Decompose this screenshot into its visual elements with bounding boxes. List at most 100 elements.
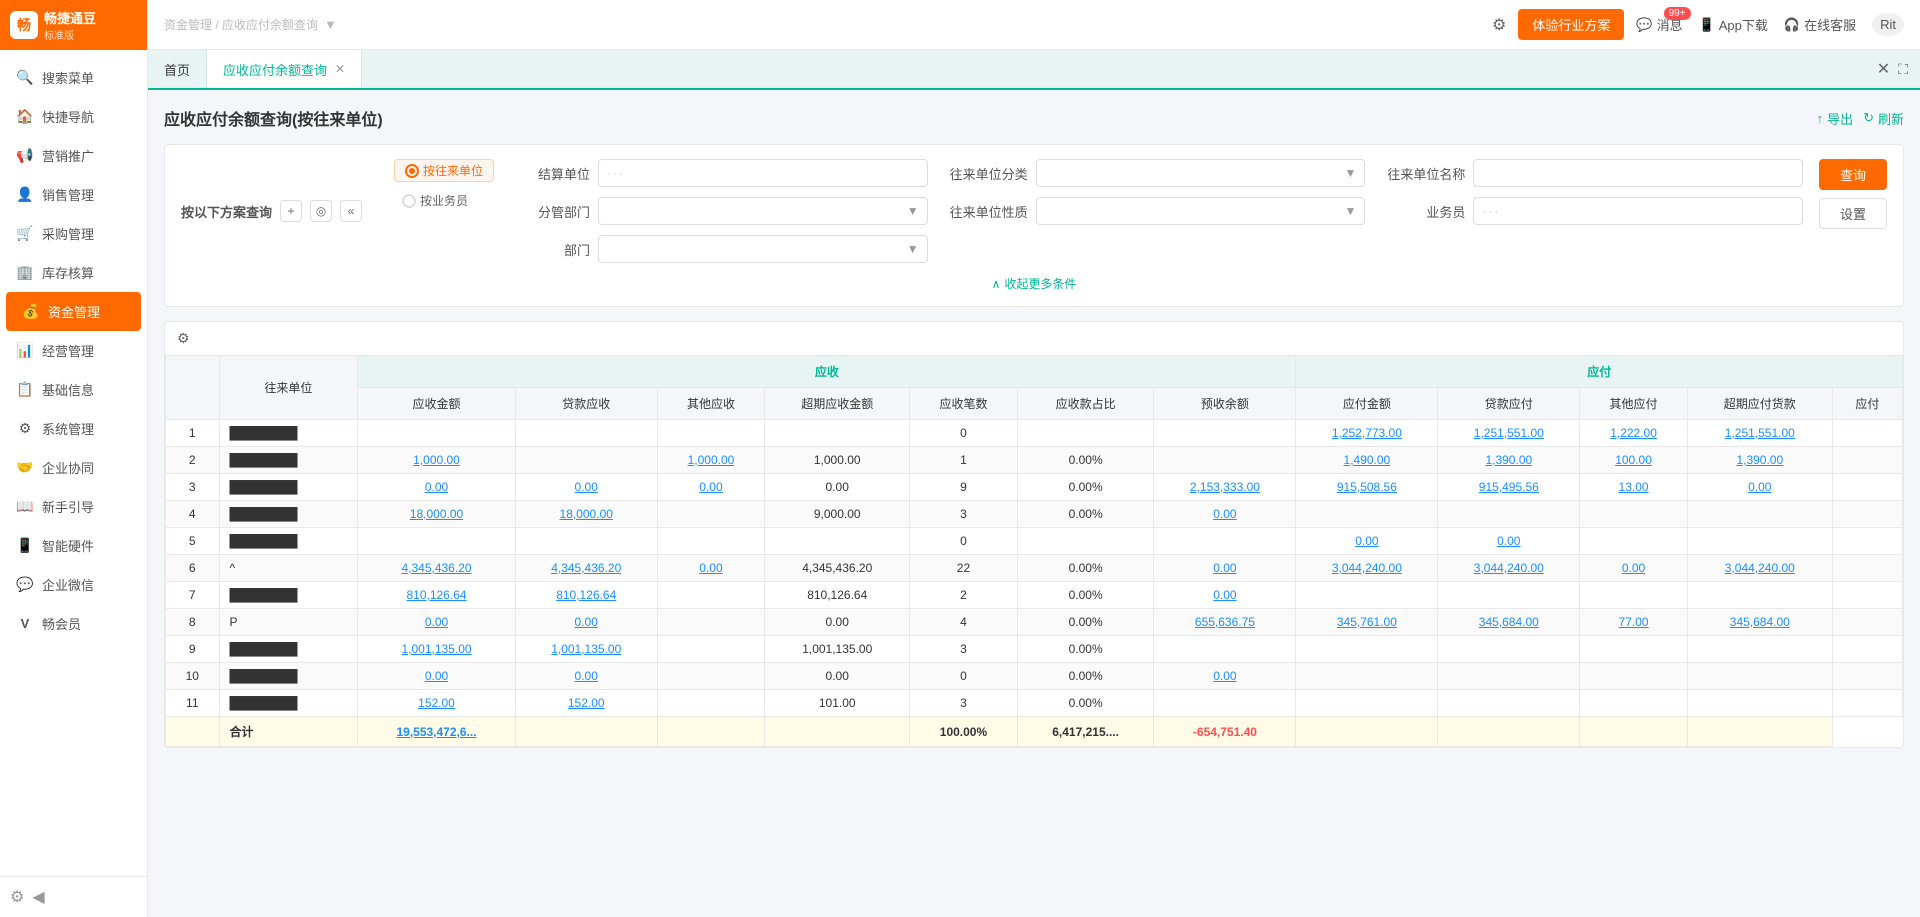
sidebar-item-search[interactable]: 🔍 搜索菜单	[0, 58, 147, 97]
main-content: 应收应付余额查询(按往来单位) ↑ 导出 ↻ 刷新 按以下方案查询 + ◎	[148, 90, 1920, 917]
sidebar-item-hardware[interactable]: 📱 智能硬件	[0, 526, 147, 565]
topbar-chevron-icon: ▼	[324, 17, 337, 32]
guide-icon: 📖	[16, 498, 34, 515]
sidebar-item-sales[interactable]: 👤 销售管理	[0, 175, 147, 214]
online-service-action[interactable]: 🎧 在线客服	[1784, 15, 1856, 34]
refresh-button[interactable]: ↻ 刷新	[1863, 109, 1904, 128]
sidebar-item-wechat[interactable]: 💬 企业微信	[0, 565, 147, 604]
settings-button[interactable]: 设置	[1819, 198, 1887, 229]
table-row: 8P0.000.000.0040.00%655,636.75345,761.00…	[166, 609, 1903, 636]
app-icon: 📱	[1699, 17, 1715, 33]
filter-scheme-option2[interactable]: 按业务员	[394, 188, 494, 213]
table-row: 4████████18,000.0018,000.009,000.0030.00…	[166, 501, 1903, 528]
sidebar-item-inventory[interactable]: 🏢 库存核算	[0, 253, 147, 292]
tab-expand-icon[interactable]: ⛶	[1898, 61, 1908, 78]
col-header-ap-loan: 贷款应付	[1438, 388, 1580, 420]
message-badge: 99+	[1664, 7, 1691, 20]
app-download-action[interactable]: 📱 App下载	[1699, 15, 1768, 34]
promo-button[interactable]: 体验行业方案	[1518, 9, 1624, 40]
breadcrumb-text: 资金管理 / 应收应付余额查询	[164, 16, 318, 33]
table-row: 3████████0.000.000.000.0090.00%2,153,333…	[166, 474, 1903, 501]
sidebar-item-quicknav[interactable]: 🏠 快捷导航	[0, 97, 147, 136]
user-avatar[interactable]: Rit	[1872, 13, 1904, 36]
table-container: ⚙ 往来单位 应收 应付 应收金额 贷款应收 其他应收 超期应收金额	[164, 321, 1904, 748]
field-label-partner-name: 往来单位名称	[1385, 164, 1465, 183]
sidebar-item-purchase[interactable]: 🛒 采购管理	[0, 214, 147, 253]
tab-query[interactable]: 应收应付余额查询 ✕	[207, 48, 362, 88]
refresh-icon: ↻	[1863, 110, 1874, 126]
finance-icon: 💰	[22, 303, 40, 320]
chevron-down-icon: ▼	[1344, 166, 1356, 180]
filter-field-partner-name: 往来单位名称	[1385, 159, 1803, 187]
tab-close-icon[interactable]: ✕	[335, 62, 345, 76]
filter-collapse-icon[interactable]: «	[340, 200, 362, 222]
field-input-partner-name[interactable]	[1473, 159, 1803, 187]
gear-icon[interactable]: ⚙	[1492, 15, 1506, 35]
col-header-ap-amount: 应付金额	[1296, 388, 1438, 420]
field-label-settlement: 结算单位	[510, 164, 590, 183]
field-label-dept: 部门	[510, 240, 590, 259]
sidebar-item-guide[interactable]: 📖 新手引导	[0, 487, 147, 526]
search-icon: 🔍	[16, 69, 34, 86]
filter-field-dept-manage: 分管部门 ▼	[510, 197, 928, 225]
filter-field-dept: 部门 ▼	[510, 235, 928, 263]
filter-collapse-row: ∧ 收起更多条件	[181, 275, 1887, 292]
tab-close-window-icon[interactable]: ✕	[1877, 59, 1890, 79]
col-header-ar-overdue: 超期应收金额	[765, 388, 910, 420]
logo-icon: 畅	[10, 11, 38, 39]
field-input-dept[interactable]: ▼	[598, 235, 928, 263]
field-input-dept-manage[interactable]: ▼	[598, 197, 928, 225]
sidebar-item-finance[interactable]: 💰 资金管理	[6, 292, 141, 331]
action-buttons: 查询 设置	[1819, 159, 1887, 263]
sidebar-item-member[interactable]: V 畅会员	[0, 604, 147, 643]
field-input-partner-type[interactable]: ▼	[1036, 197, 1366, 225]
message-action[interactable]: 💬 消息 99+	[1636, 15, 1682, 34]
export-icon: ↑	[1817, 111, 1824, 126]
chevron-up-icon: ∧	[992, 277, 1001, 291]
col-header-partner: 往来单位	[219, 356, 358, 420]
system-icon: ⚙	[16, 420, 34, 437]
collapse-button[interactable]: ∧ 收起更多条件	[992, 275, 1077, 292]
data-table: 往来单位 应收 应付 应收金额 贷款应收 其他应收 超期应收金额 应收笔数 应收…	[165, 355, 1903, 747]
filter-scheme-option1[interactable]: 按往来单位	[394, 159, 494, 182]
sidebar-item-marketing[interactable]: 📢 营销推广	[0, 136, 147, 175]
field-label-salesperson: 业务员	[1385, 202, 1465, 221]
filter-field-salesperson: 业务员 ···	[1385, 197, 1803, 225]
settings-footer-icon[interactable]: ⚙	[10, 887, 24, 907]
sidebar-item-basic[interactable]: 📋 基础信息	[0, 370, 147, 409]
query-button[interactable]: 查询	[1819, 159, 1887, 190]
topbar-right: 💬 消息 99+ 📱 App下载 🎧 在线客服 Rit	[1636, 13, 1904, 36]
table-row: 5████████00.000.00	[166, 528, 1903, 555]
col-header-ap-overdue: 超期应付货款	[1687, 388, 1832, 420]
sidebar: 畅 畅捷通豆 标准版 🔍 搜索菜单 🏠 快捷导航 📢 营销推广 👤 销售管理 🛒…	[0, 0, 148, 917]
sidebar-footer: ⚙ ◀	[0, 876, 147, 917]
field-input-salesperson[interactable]: ···	[1473, 197, 1803, 225]
col-header-ap-rest: 应付	[1832, 388, 1902, 420]
footer-ar-prepay: 6,417,215....	[1017, 717, 1154, 747]
export-button[interactable]: ↑ 导出	[1817, 109, 1854, 128]
footer-ar-ratio: 100.00%	[910, 717, 1018, 747]
ops-icon: 📊	[16, 342, 34, 359]
message-icon: 💬	[1636, 17, 1652, 33]
field-input-settlement[interactable]: ···	[598, 159, 928, 187]
sales-icon: 👤	[16, 186, 34, 203]
field-label-partner-type: 往来单位性质	[948, 202, 1028, 221]
footer-ar-total[interactable]: 19,553,472,6...	[358, 717, 516, 747]
chevron-down-icon4: ▼	[907, 242, 919, 256]
sidebar-item-collab[interactable]: 🤝 企业协同	[0, 448, 147, 487]
footer-ap-total: -654,751.40	[1154, 717, 1296, 747]
filter-scheme-button[interactable]: ◎	[310, 200, 332, 222]
topbar: 资金管理 / 应收应付余额查询 ▼ ⚙ 体验行业方案 💬 消息 99+ 📱 Ap…	[148, 0, 1920, 50]
collapse-sidebar-icon[interactable]: ◀	[32, 887, 44, 907]
sidebar-item-ops[interactable]: 📊 经营管理	[0, 331, 147, 370]
basic-icon: 📋	[16, 381, 34, 398]
table-row: 10████████0.000.000.0000.00%0.00	[166, 663, 1903, 690]
radio-empty-icon	[402, 194, 416, 208]
sidebar-item-system[interactable]: ⚙ 系统管理	[0, 409, 147, 448]
table-settings-icon[interactable]: ⚙	[177, 330, 190, 347]
collab-icon: 🤝	[16, 459, 34, 476]
filter-add-button[interactable]: +	[280, 200, 302, 222]
field-input-category[interactable]: ▼	[1036, 159, 1366, 187]
filter-title: 按以下方案查询	[181, 202, 272, 221]
tab-home[interactable]: 首页	[148, 50, 207, 88]
